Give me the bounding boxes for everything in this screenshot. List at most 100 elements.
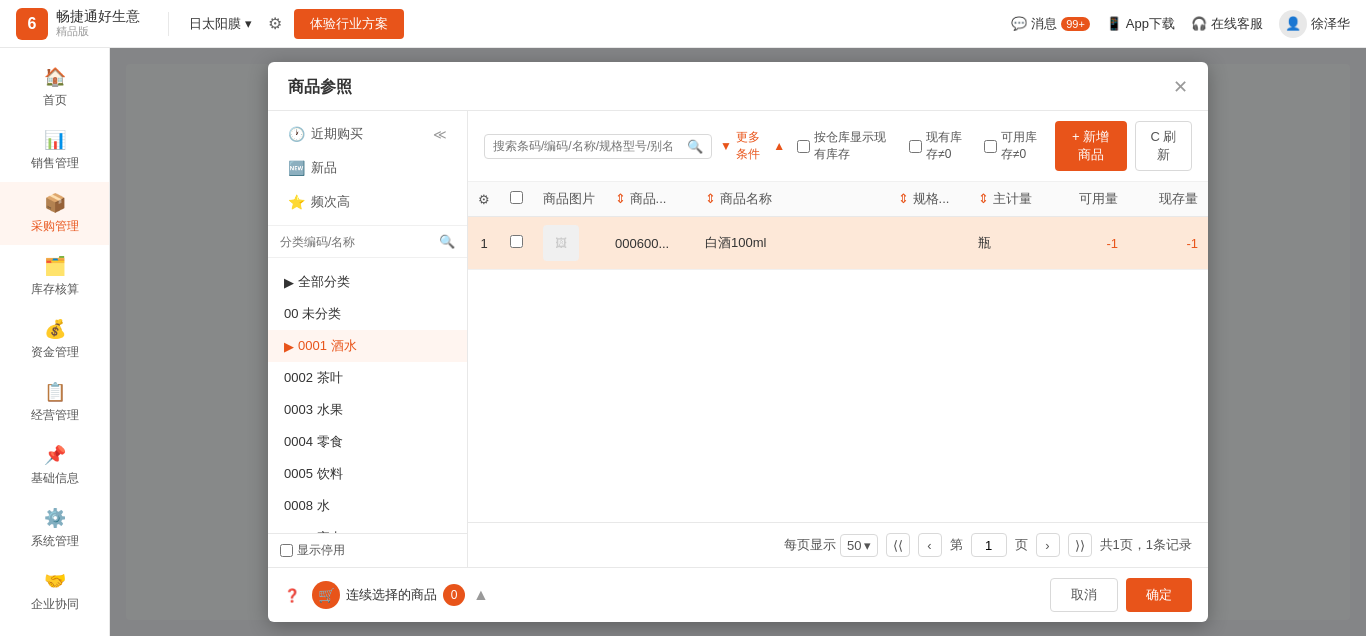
store-selector[interactable]: 日太阳膜 ▾: [181, 11, 260, 37]
settings-icon[interactable]: ⚙: [268, 14, 282, 33]
row-stock: -1: [1128, 217, 1208, 270]
sidebar-item-system[interactable]: ⚙️ 系统管理: [0, 497, 109, 560]
row-name: 白酒100ml: [695, 217, 888, 270]
exp-button[interactable]: 体验行业方案: [294, 9, 404, 39]
app-label: App下载: [1126, 15, 1175, 33]
page-input[interactable]: [971, 533, 1007, 557]
user-menu[interactable]: 👤 徐泽华: [1279, 10, 1350, 38]
sidebar-item-enterprise[interactable]: 🤝 企业协同: [0, 560, 109, 623]
col-avail-header: 可用量: [1048, 182, 1128, 217]
sidebar-item-home[interactable]: 🏠 首页: [0, 56, 109, 119]
page-suffix: 页: [1015, 536, 1028, 554]
col-name-header[interactable]: ⇕ 商品名称: [695, 182, 888, 217]
sidebar-item-basic-info[interactable]: 📌 基础信息: [0, 434, 109, 497]
category-search-input[interactable]: [280, 235, 433, 249]
basic-info-icon: 📌: [44, 444, 66, 466]
search-icon[interactable]: 🔍: [439, 234, 455, 249]
col-spec-header[interactable]: ⇕ 规格...: [888, 182, 968, 217]
first-page-button[interactable]: ⟨⟨: [886, 533, 910, 557]
modal-body: 🕐 近期购买 ≪ 🆕 新品 ⭐ 频次高: [268, 111, 1208, 567]
col-check[interactable]: [500, 182, 533, 217]
category-00[interactable]: 00 未分类: [268, 298, 467, 330]
modal-close-button[interactable]: ✕: [1173, 76, 1188, 98]
col-code-header[interactable]: ⇕ 商品...: [605, 182, 695, 217]
sidebar-label-system: 系统管理: [31, 533, 79, 550]
phone-icon: 📱: [1106, 16, 1122, 31]
category-0001[interactable]: ▶ 0001 酒水: [268, 330, 467, 362]
next-page-button[interactable]: ›: [1036, 533, 1060, 557]
tab-new-products[interactable]: 🆕 新品: [280, 153, 455, 183]
show-disabled-input[interactable]: [280, 544, 293, 557]
show-disabled-checkbox[interactable]: 显示停用: [280, 542, 455, 559]
row-checkbox[interactable]: [510, 235, 523, 248]
last-page-button[interactable]: ⟩⟩: [1068, 533, 1092, 557]
category-list: ▶ 全部分类 00 未分类 ▶ 0001 酒水 0002 茶: [268, 258, 467, 533]
prev-page-button[interactable]: ‹: [918, 533, 942, 557]
page-label: 第: [950, 536, 963, 554]
logo-icon: 6: [16, 8, 48, 40]
modal-footer: ❓ 🛒 连续选择的商品 0 ▲ 取消 确定: [268, 567, 1208, 622]
sidebar-item-operation[interactable]: 📋 经营管理: [0, 371, 109, 434]
sidebar-label-finance: 资金管理: [31, 344, 79, 361]
tab-recent-purchase[interactable]: 🕐 近期购买 ≪: [280, 119, 455, 149]
messages-button[interactable]: 💬 消息 99+: [1011, 15, 1090, 33]
sidebar-label-inventory: 库存核算: [31, 281, 79, 298]
table-row[interactable]: 1 🖼 000600... 白酒100ml 瓶: [468, 217, 1208, 270]
product-image: 🖼: [543, 225, 579, 261]
purchase-icon: 📦: [44, 192, 66, 214]
category-0010[interactable]: 0010 家电: [268, 522, 467, 533]
add-product-button[interactable]: + 新增商品: [1055, 121, 1127, 171]
service-label: 在线客服: [1211, 15, 1263, 33]
cart-button[interactable]: 🛒 连续选择的商品 0: [312, 581, 465, 609]
message-label: 消息: [1031, 15, 1057, 33]
cart-icon: 🛒: [312, 581, 340, 609]
category-all[interactable]: ▶ 全部分类: [268, 266, 467, 298]
dropdown-icon: ▾: [864, 538, 871, 553]
sidebar-label-home: 首页: [43, 92, 67, 109]
filter-button[interactable]: ▼ 更多条件 ▲: [720, 129, 785, 163]
arrow-right-icon: ▶: [284, 275, 294, 290]
sidebar-item-inventory[interactable]: 🗂️ 库存核算: [0, 245, 109, 308]
checkbox-warehouse-input[interactable]: [797, 140, 810, 153]
enterprise-icon: 🤝: [44, 570, 66, 592]
service-button[interactable]: 🎧 在线客服: [1191, 15, 1263, 33]
cart-label: 连续选择的商品: [346, 586, 437, 604]
per-page-select[interactable]: 50 ▾: [840, 534, 877, 557]
row-checkbox-cell[interactable]: [500, 217, 533, 270]
collapse-icon: ≪: [433, 127, 447, 142]
checkbox-avail-ne0-input[interactable]: [984, 140, 997, 153]
star-icon: ⭐: [288, 194, 305, 210]
sidebar-item-guide[interactable]: 📖 新手引导: [0, 623, 109, 636]
refresh-button[interactable]: C 刷新: [1135, 121, 1192, 171]
total-label: 共1页，1条记录: [1100, 536, 1192, 554]
sidebar-item-finance[interactable]: 💰 资金管理: [0, 308, 109, 371]
help-icon[interactable]: ❓: [284, 588, 300, 603]
category-0004[interactable]: 0004 零食: [268, 426, 467, 458]
app-download-button[interactable]: 📱 App下载: [1106, 15, 1175, 33]
sidebar-item-sales[interactable]: 📊 销售管理: [0, 119, 109, 182]
col-settings[interactable]: ⚙: [468, 182, 500, 217]
checkbox-warehouse-label: 按仓库显示现有库存: [814, 129, 897, 163]
cancel-button[interactable]: 取消: [1050, 578, 1118, 612]
select-all-checkbox[interactable]: [510, 191, 523, 204]
row-available: -1: [1048, 217, 1128, 270]
collapse-up-icon[interactable]: ▲: [473, 586, 489, 604]
store-name: 日太阳膜: [189, 15, 241, 33]
category-0008[interactable]: 0008 水: [268, 490, 467, 522]
checkbox-stock-ne0[interactable]: 现有库存≠0: [909, 129, 972, 163]
sidebar-item-purchase[interactable]: 📦 采购管理: [0, 182, 109, 245]
tab-frequent[interactable]: ⭐ 频次高: [280, 187, 455, 217]
search-product-icon[interactable]: 🔍: [687, 139, 703, 154]
category-0002[interactable]: 0002 茶叶: [268, 362, 467, 394]
checkbox-avail-ne0[interactable]: 可用库存≠0: [984, 129, 1047, 163]
checkbox-stock-ne0-input[interactable]: [909, 140, 922, 153]
category-0005[interactable]: 0005 饮料: [268, 458, 467, 490]
pagination: 每页显示 50 ▾ ⟨⟨ ‹ 第 页 ›: [468, 522, 1208, 567]
checkbox-warehouse[interactable]: 按仓库显示现有库存: [797, 129, 897, 163]
logo-text: 畅捷通好生意: [56, 8, 140, 25]
confirm-button[interactable]: 确定: [1126, 578, 1192, 612]
product-search-input[interactable]: [493, 139, 683, 153]
col-unit-header[interactable]: ⇕ 主计量: [968, 182, 1048, 217]
per-page-value: 50: [847, 538, 861, 553]
category-0003[interactable]: 0003 水果: [268, 394, 467, 426]
